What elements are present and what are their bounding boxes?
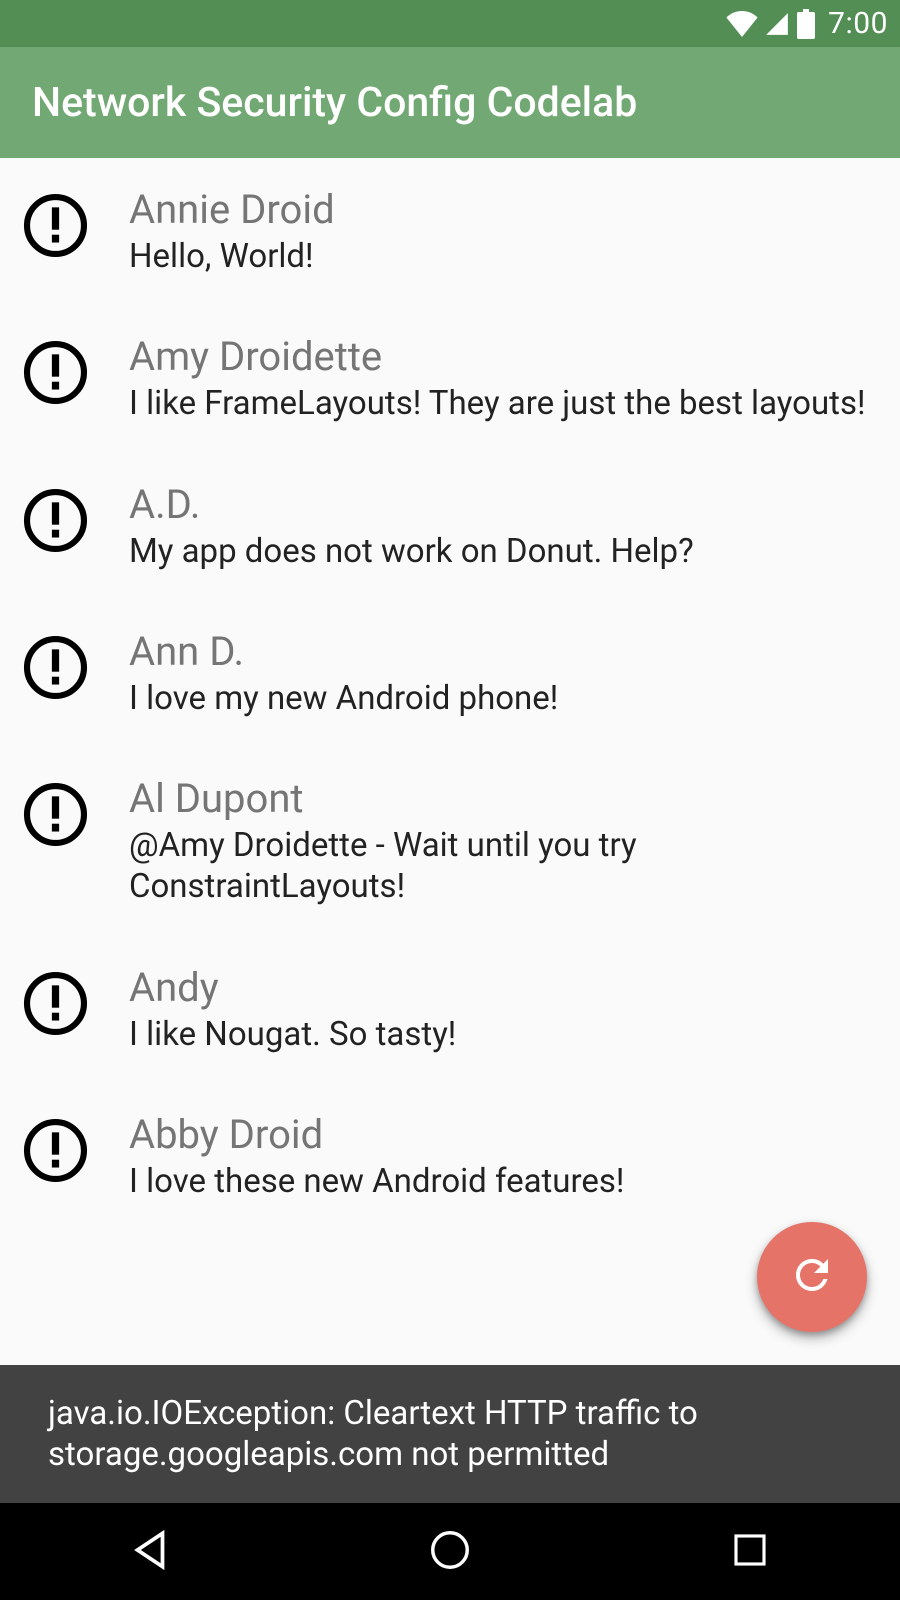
list-item[interactable]: Amy Droidette I like FrameLayouts! They … (0, 305, 900, 452)
item-author: Andy (129, 964, 878, 1012)
item-content: Abby Droid I love these new Android feat… (129, 1111, 878, 1202)
status-time: 7:00 (828, 6, 888, 41)
error-icon (22, 781, 89, 848)
error-icon (22, 970, 89, 1037)
list-item[interactable]: A.D. My app does not work on Donut. Help… (0, 453, 900, 600)
item-author: Abby Droid (129, 1111, 878, 1159)
status-bar: 7:00 (0, 0, 900, 47)
square-icon (729, 1529, 771, 1575)
error-icon (22, 634, 89, 701)
item-author: Ann D. (129, 628, 878, 676)
item-message: I like FrameLayouts! They are just the b… (129, 383, 878, 424)
item-content: Al Dupont @Amy Droidette - Wait until yo… (129, 775, 878, 908)
error-icon (22, 487, 89, 554)
post-list[interactable]: Annie Droid Hello, World! Amy Droidette … (0, 158, 900, 1365)
item-content: Amy Droidette I like FrameLayouts! They … (129, 333, 878, 424)
home-button[interactable] (370, 1524, 530, 1580)
list-item[interactable]: Al Dupont @Amy Droidette - Wait until yo… (0, 747, 900, 936)
item-message: Hello, World! (129, 236, 878, 277)
item-author: Annie Droid (129, 186, 878, 234)
item-content: Andy I like Nougat. So tasty! (129, 964, 878, 1055)
list-item[interactable]: Ann D. I love my new Android phone! (0, 600, 900, 747)
item-message: @Amy Droidette - Wait until you try Cons… (129, 825, 878, 908)
list-item[interactable]: Andy I like Nougat. So tasty! (0, 936, 900, 1083)
item-author: Amy Droidette (129, 333, 878, 381)
item-author: Al Dupont (129, 775, 878, 823)
app-bar: Network Security Config Codelab (0, 47, 900, 158)
refresh-icon (788, 1251, 836, 1303)
recent-apps-button[interactable] (670, 1524, 830, 1580)
toast-snackbar: java.io.IOException: Cleartext HTTP traf… (0, 1365, 900, 1504)
list-item[interactable]: Annie Droid Hello, World! (0, 158, 900, 305)
error-icon (22, 339, 89, 406)
item-message: I like Nougat. So tasty! (129, 1014, 878, 1055)
item-author: A.D. (129, 481, 878, 529)
error-icon (22, 192, 89, 259)
item-message: My app does not work on Donut. Help? (129, 531, 878, 572)
battery-icon (796, 9, 816, 39)
back-button[interactable] (70, 1524, 230, 1580)
home-icon (427, 1527, 473, 1577)
item-content: Ann D. I love my new Android phone! (129, 628, 878, 719)
back-icon (125, 1525, 175, 1579)
toast-message: java.io.IOException: Cleartext HTTP traf… (48, 1393, 852, 1476)
cellular-signal-icon (762, 11, 792, 37)
item-message: I love these new Android features! (129, 1161, 878, 1202)
navigation-bar (0, 1503, 900, 1600)
item-message: I love my new Android phone! (129, 678, 878, 719)
item-content: Annie Droid Hello, World! (129, 186, 878, 277)
refresh-button[interactable] (757, 1222, 867, 1332)
wifi-icon (726, 11, 758, 37)
app-title: Network Security Config Codelab (32, 79, 637, 127)
item-content: A.D. My app does not work on Donut. Help… (129, 481, 878, 572)
error-icon (22, 1117, 89, 1184)
list-item[interactable]: Abby Droid I love these new Android feat… (0, 1083, 900, 1230)
